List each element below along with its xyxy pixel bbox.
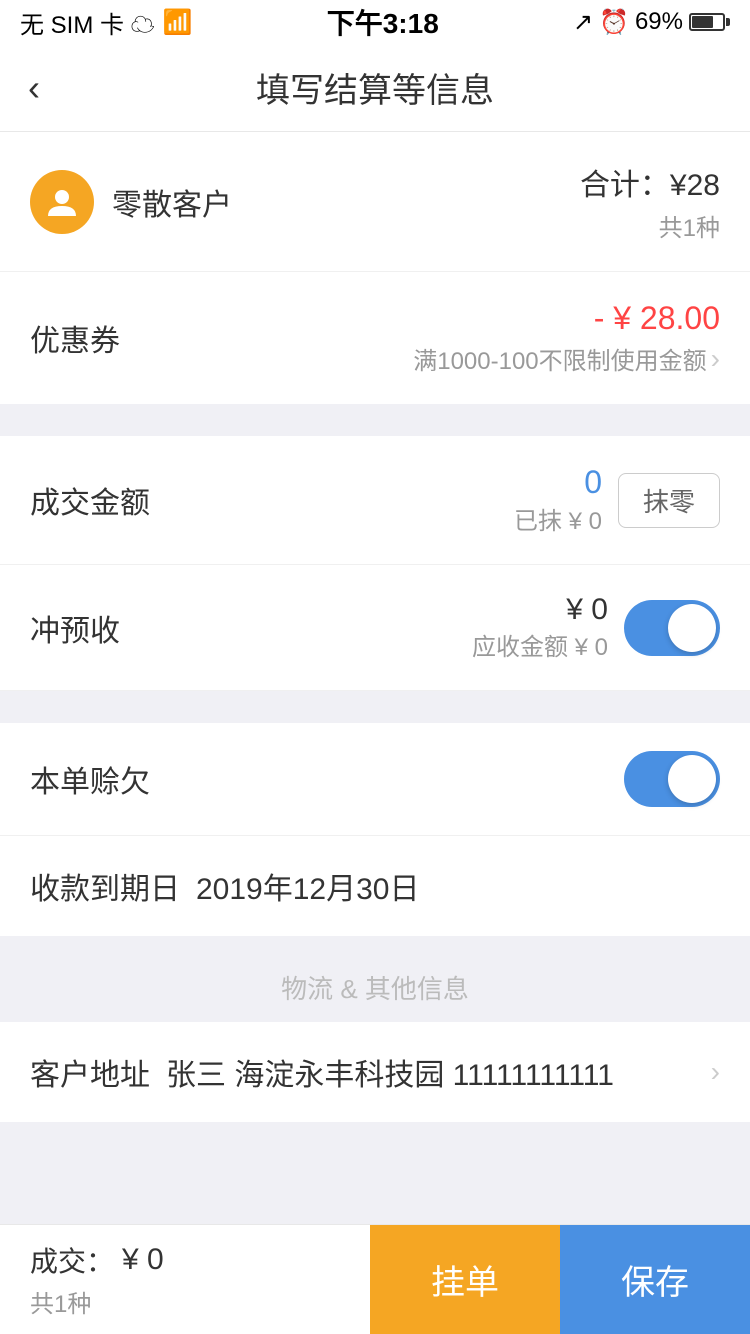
coupon-desc: 满1000-100不限制使用金额 › bbox=[413, 341, 720, 376]
coupon-chevron-icon: › bbox=[711, 343, 720, 375]
deal-amount-right: 0 已抹 ¥ 0 抹零 bbox=[514, 464, 720, 536]
total-count: 共1种 bbox=[580, 208, 720, 243]
bottom-deal-row: 成交： ¥ 0 bbox=[30, 1240, 340, 1280]
debt-row: 本单赊欠 bbox=[0, 723, 750, 836]
round-zero-button[interactable]: 抹零 bbox=[618, 473, 720, 528]
customer-row: 零散客户 合计：¥28 共1种 bbox=[0, 132, 750, 271]
prepayment-label: 冲预收 bbox=[30, 606, 120, 650]
battery-percent: 69% bbox=[635, 8, 683, 36]
coupon-label: 优惠券 bbox=[30, 316, 120, 360]
address-row[interactable]: 客户地址 张三 海淀永丰科技园 11111111111 › bbox=[0, 1022, 750, 1122]
bottom-deal-label: 成交： bbox=[30, 1240, 114, 1280]
total-amount: 合计：¥28 bbox=[580, 160, 720, 204]
alarm-icon: ⏰ bbox=[599, 8, 629, 37]
due-date-value: 2019年12月30日 bbox=[196, 864, 419, 908]
nav-bar: ‹ 填写结算等信息 bbox=[0, 44, 750, 132]
battery-icon bbox=[689, 13, 730, 31]
coupon-right: - ¥ 28.00 满1000-100不限制使用金额 › bbox=[413, 300, 720, 376]
customer-section: 零散客户 合计：¥28 共1种 优惠券 - ¥ 28.00 满1000-100不… bbox=[0, 132, 750, 404]
debt-label: 本单赊欠 bbox=[30, 757, 150, 801]
debt-toggle[interactable] bbox=[624, 751, 720, 807]
status-left: 无 SIM 卡 ☁ 📶 bbox=[20, 5, 193, 40]
bottom-info: 成交： ¥ 0 共1种 bbox=[0, 1240, 370, 1319]
bottom-count: 共1种 bbox=[30, 1284, 340, 1319]
address-label: 客户地址 bbox=[30, 1050, 150, 1094]
due-date-label: 收款到期日 bbox=[30, 864, 180, 908]
bottom-bar: 成交： ¥ 0 共1种 挂单 保存 bbox=[0, 1224, 750, 1334]
address-chevron-icon: › bbox=[711, 1056, 720, 1088]
back-button[interactable]: ‹ bbox=[28, 67, 40, 109]
prepayment-right: ¥ 0 应收金额 ¥ 0 bbox=[472, 593, 720, 662]
address-value: 张三 海淀永丰科技园 11111111111 bbox=[166, 1050, 695, 1094]
prepayment-amount: ¥ 0 bbox=[472, 593, 608, 627]
coupon-row[interactable]: 优惠券 - ¥ 28.00 满1000-100不限制使用金额 › bbox=[0, 271, 750, 404]
deal-amount-row: 成交金额 0 已抹 ¥ 0 抹零 bbox=[0, 436, 750, 565]
no-sim-text: 无 SIM 卡 ☁ bbox=[20, 5, 155, 40]
prepayment-toggle[interactable] bbox=[624, 600, 720, 656]
status-right: ↗ ⏰ 69% bbox=[573, 8, 730, 37]
bottom-deal-amount: ¥ 0 bbox=[122, 1243, 164, 1277]
wifi-icon: 📶 bbox=[163, 8, 193, 37]
deal-section: 成交金额 0 已抹 ¥ 0 抹零 冲预收 ¥ 0 应收金额 ¥ 0 bbox=[0, 436, 750, 691]
due-date-row: 收款到期日 2019年12月30日 bbox=[0, 836, 750, 936]
customer-right: 合计：¥28 共1种 bbox=[580, 160, 720, 243]
deal-amount-sub: 已抹 ¥ 0 bbox=[514, 501, 602, 536]
deal-amount-label: 成交金额 bbox=[30, 478, 150, 522]
prepayment-sub: 应收金额 ¥ 0 bbox=[472, 627, 608, 662]
hold-button[interactable]: 挂单 bbox=[370, 1225, 560, 1334]
customer-left: 零散客户 bbox=[30, 170, 232, 234]
divider-2 bbox=[0, 707, 750, 723]
status-time: 下午3:18 bbox=[327, 2, 439, 42]
save-button[interactable]: 保存 bbox=[560, 1225, 750, 1334]
coupon-amount: - ¥ 28.00 bbox=[413, 300, 720, 337]
logistics-divider: 物流 & 其他信息 bbox=[0, 952, 750, 1022]
page-title: 填写结算等信息 bbox=[256, 63, 494, 112]
prepayment-row: 冲预收 ¥ 0 应收金额 ¥ 0 bbox=[0, 565, 750, 691]
debt-section: 本单赊欠 收款到期日 2019年12月30日 bbox=[0, 723, 750, 936]
deal-amount-value: 0 bbox=[514, 464, 602, 501]
divider-1 bbox=[0, 420, 750, 436]
customer-name: 零散客户 bbox=[112, 180, 232, 224]
status-bar: 无 SIM 卡 ☁ 📶 下午3:18 ↗ ⏰ 69% bbox=[0, 0, 750, 44]
avatar bbox=[30, 170, 94, 234]
address-section: 客户地址 张三 海淀永丰科技园 11111111111 › bbox=[0, 1022, 750, 1122]
location-icon: ↗ bbox=[573, 8, 593, 37]
logistics-label: 物流 & 其他信息 bbox=[281, 969, 469, 1006]
